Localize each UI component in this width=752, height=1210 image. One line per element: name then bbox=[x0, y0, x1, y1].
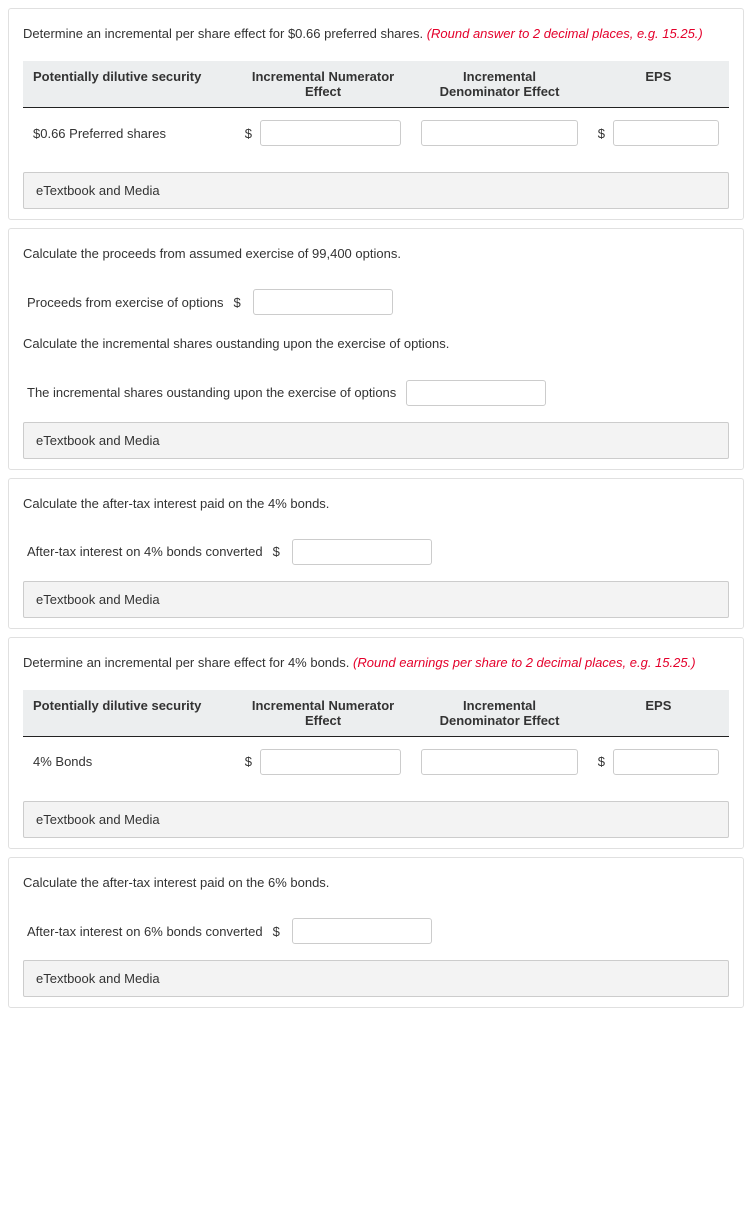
header-numerator: Incremental Numerator Effect bbox=[235, 61, 412, 107]
dollar-icon: $ bbox=[245, 754, 252, 769]
instruction: Calculate the after-tax interest paid on… bbox=[23, 870, 729, 896]
interest-6pct-input[interactable] bbox=[292, 918, 432, 944]
instruction-text: Determine an incremental per share effec… bbox=[23, 26, 427, 41]
header-numerator: Incremental Numerator Effect bbox=[235, 690, 412, 736]
header-denominator: Incremental Denominator Effect bbox=[411, 690, 588, 736]
table-4pct-bonds: Potentially dilutive security Incrementa… bbox=[23, 690, 729, 787]
instruction-text: Determine an incremental per share effec… bbox=[23, 655, 353, 670]
dollar-icon: $ bbox=[598, 126, 605, 141]
etextbook-button[interactable]: eTextbook and Media bbox=[23, 172, 729, 209]
etextbook-button[interactable]: eTextbook and Media bbox=[23, 422, 729, 459]
etextbook-button[interactable]: eTextbook and Media bbox=[23, 581, 729, 618]
interest-4pct-input[interactable] bbox=[292, 539, 432, 565]
dollar-icon: $ bbox=[234, 295, 241, 310]
dollar-icon: $ bbox=[245, 126, 252, 141]
table-preferred: Potentially dilutive security Incrementa… bbox=[23, 61, 729, 158]
proceeds-label: Proceeds from exercise of options bbox=[27, 295, 224, 310]
incremental-shares-input[interactable] bbox=[406, 380, 546, 406]
instruction: Determine an incremental per share effec… bbox=[23, 21, 729, 47]
interest-4pct-row: After-tax interest on 4% bonds converted… bbox=[23, 531, 729, 581]
section-4pct-interest: Calculate the after-tax interest paid on… bbox=[8, 478, 744, 629]
instruction: Calculate the proceeds from assumed exer… bbox=[23, 241, 729, 267]
etextbook-button[interactable]: eTextbook and Media bbox=[23, 801, 729, 838]
instruction: Determine an incremental per share effec… bbox=[23, 650, 729, 676]
interest-6pct-label: After-tax interest on 6% bonds converted bbox=[27, 924, 263, 939]
incremental-shares-label: The incremental shares oustanding upon t… bbox=[27, 385, 396, 400]
row-label: $0.66 Preferred shares bbox=[23, 122, 235, 145]
section-preferred-shares: Determine an incremental per share effec… bbox=[8, 8, 744, 220]
proceeds-input[interactable] bbox=[253, 289, 393, 315]
etextbook-button[interactable]: eTextbook and Media bbox=[23, 960, 729, 997]
section-4pct-bonds: Determine an incremental per share effec… bbox=[8, 637, 744, 849]
eps-input[interactable] bbox=[613, 749, 719, 775]
denominator-input[interactable] bbox=[421, 120, 578, 146]
dollar-icon: $ bbox=[598, 754, 605, 769]
instruction-hint: (Round earnings per share to 2 decimal p… bbox=[353, 655, 696, 670]
eps-input[interactable] bbox=[613, 120, 719, 146]
numerator-input[interactable] bbox=[260, 120, 401, 146]
dollar-icon: $ bbox=[273, 924, 280, 939]
header-denominator: Incremental Denominator Effect bbox=[411, 61, 588, 107]
header-eps: EPS bbox=[588, 690, 729, 736]
instruction-hint: (Round answer to 2 decimal places, e.g. … bbox=[427, 26, 703, 41]
row-label: 4% Bonds bbox=[23, 750, 235, 773]
instruction: Calculate the incremental shares oustand… bbox=[23, 331, 729, 357]
header-eps: EPS bbox=[588, 61, 729, 107]
header-security: Potentially dilutive security bbox=[23, 61, 235, 107]
section-options: Calculate the proceeds from assumed exer… bbox=[8, 228, 744, 469]
table-row: 4% Bonds $ $ bbox=[23, 737, 729, 787]
header-security: Potentially dilutive security bbox=[23, 690, 235, 736]
section-6pct-interest: Calculate the after-tax interest paid on… bbox=[8, 857, 744, 1008]
denominator-input[interactable] bbox=[421, 749, 578, 775]
numerator-input[interactable] bbox=[260, 749, 401, 775]
table-header: Potentially dilutive security Incrementa… bbox=[23, 690, 729, 737]
proceeds-row: Proceeds from exercise of options $ bbox=[23, 281, 729, 331]
interest-4pct-label: After-tax interest on 4% bonds converted bbox=[27, 544, 263, 559]
dollar-icon: $ bbox=[273, 544, 280, 559]
incremental-shares-row: The incremental shares oustanding upon t… bbox=[23, 372, 729, 422]
interest-6pct-row: After-tax interest on 6% bonds converted… bbox=[23, 910, 729, 960]
table-row: $0.66 Preferred shares $ $ bbox=[23, 108, 729, 158]
instruction: Calculate the after-tax interest paid on… bbox=[23, 491, 729, 517]
table-header: Potentially dilutive security Incrementa… bbox=[23, 61, 729, 108]
